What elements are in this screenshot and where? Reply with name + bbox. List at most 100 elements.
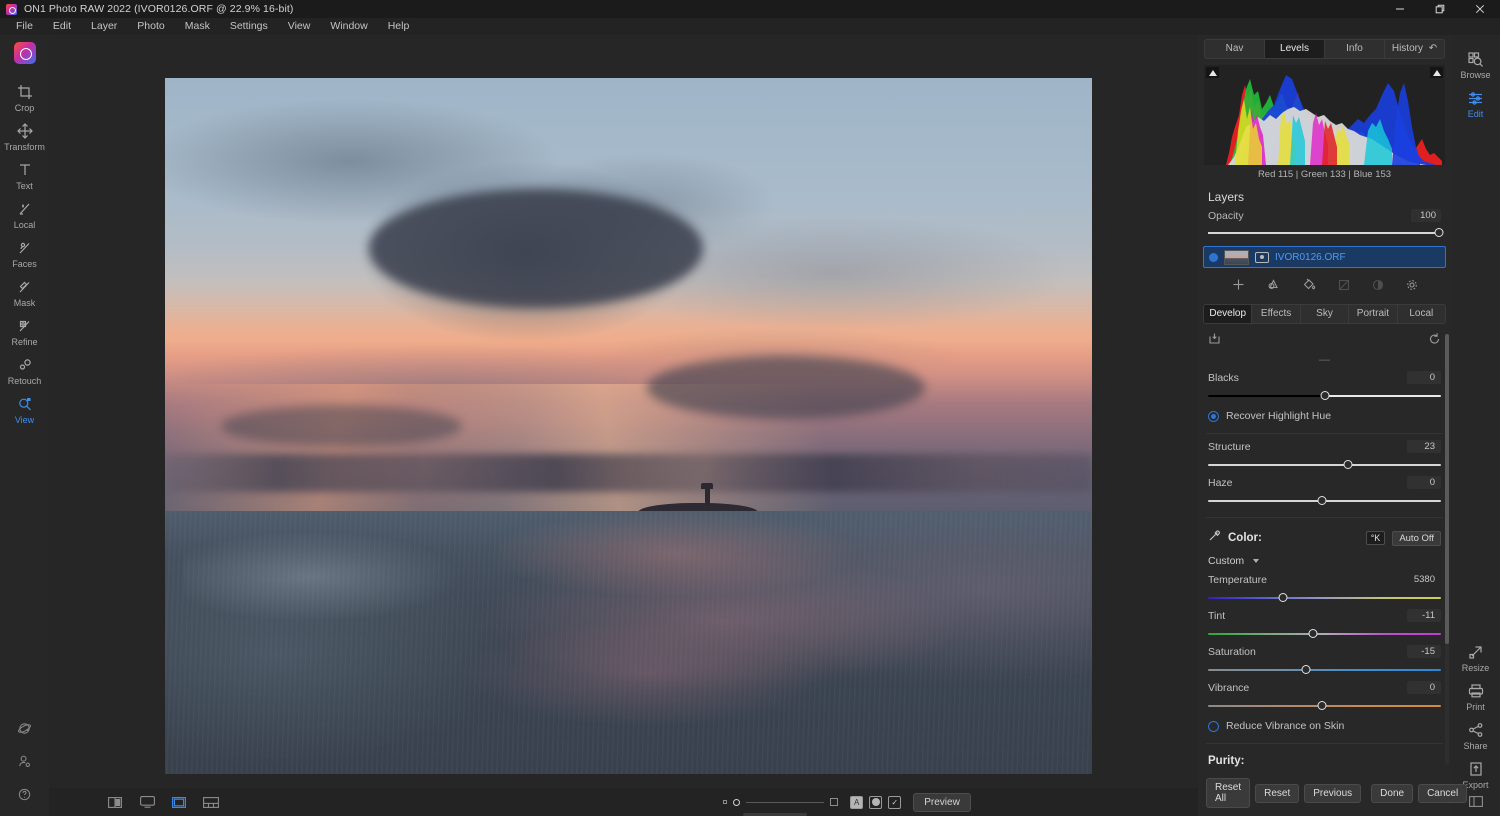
grid-view-icon[interactable]	[168, 794, 190, 810]
tab-nav[interactable]: Nav	[1205, 40, 1265, 58]
slider-knob[interactable]	[1343, 460, 1353, 469]
tab-levels[interactable]: Levels	[1265, 40, 1325, 58]
sidebar-item-faces[interactable]: Faces	[0, 234, 49, 273]
restore-icon[interactable]	[1420, 0, 1460, 18]
menu-photo[interactable]: Photo	[127, 18, 174, 35]
opacity-slider[interactable]	[1208, 228, 1444, 238]
sidebar-item-view[interactable]: View	[0, 390, 49, 429]
tab-info[interactable]: Info	[1325, 40, 1385, 58]
eyedropper-icon[interactable]	[1208, 529, 1221, 547]
sidebar-item-retouch[interactable]: Retouch	[0, 351, 49, 390]
menu-file[interactable]: File	[6, 18, 43, 35]
slider-knob[interactable]	[1317, 496, 1327, 505]
checkbox-icon[interactable]: ✓	[888, 795, 902, 809]
blacks-slider[interactable]	[1208, 391, 1441, 401]
save-preset-icon[interactable]	[1208, 332, 1221, 350]
menu-layer[interactable]: Layer	[81, 18, 127, 35]
sidebar-item-mask[interactable]: Mask	[0, 273, 49, 312]
tab-history[interactable]: History ↶	[1385, 40, 1444, 58]
sidebar-item-transform[interactable]: Transform	[0, 117, 49, 156]
menu-settings[interactable]: Settings	[220, 18, 278, 35]
sidebar-item-local[interactable]: Local	[0, 195, 49, 234]
menu-view[interactable]: View	[278, 18, 321, 35]
menu-help[interactable]: Help	[378, 18, 420, 35]
slider-knob[interactable]	[1308, 629, 1318, 638]
reduce-vibrance-on-skin-toggle[interactable]: Reduce Vibrance on Skin	[1198, 711, 1451, 732]
letter-a-icon[interactable]: A	[850, 795, 864, 809]
recover-highlight-hue-toggle[interactable]: Recover Highlight Hue	[1198, 401, 1451, 422]
mask-layer-icon[interactable]	[1372, 278, 1384, 296]
saturation-slider[interactable]	[1208, 665, 1441, 675]
control-value[interactable]: 5380	[1407, 573, 1441, 586]
control-value[interactable]: -15	[1407, 645, 1441, 658]
sync-icon[interactable]	[17, 721, 32, 741]
cancel-button[interactable]: Cancel	[1418, 783, 1468, 803]
sidebar-item-edit[interactable]: Edit	[1451, 84, 1500, 123]
menu-mask[interactable]: Mask	[175, 18, 220, 35]
shadow-clip-icon[interactable]	[1206, 67, 1219, 78]
account-icon[interactable]	[17, 754, 32, 774]
menu-window[interactable]: Window	[320, 18, 377, 35]
reset-all-button[interactable]: Reset All	[1206, 778, 1251, 808]
tab-develop[interactable]: Develop	[1204, 305, 1253, 323]
single-view-icon[interactable]	[136, 794, 158, 810]
photo-preview[interactable]	[165, 78, 1092, 774]
filmstrip-view-icon[interactable]	[200, 794, 222, 810]
vibrance-slider[interactable]	[1208, 701, 1441, 711]
slider-knob[interactable]	[1317, 701, 1327, 710]
opacity-value[interactable]: 100	[1411, 209, 1441, 222]
soft-proof-icon[interactable]	[869, 795, 883, 809]
layer-settings-icon[interactable]	[1406, 278, 1418, 296]
layer-item-ivor0126[interactable]: IVOR0126.ORF	[1203, 246, 1446, 268]
add-layer-icon[interactable]	[1232, 278, 1245, 296]
structure-slider[interactable]	[1208, 460, 1441, 470]
tab-portrait[interactable]: Portrait	[1349, 305, 1398, 323]
slider-track[interactable]	[746, 801, 825, 803]
on1-brand-button[interactable]	[13, 42, 36, 64]
tint-slider[interactable]	[1208, 629, 1441, 639]
slider-knob[interactable]	[1320, 391, 1329, 400]
control-value[interactable]: 23	[1407, 440, 1441, 453]
layer-visibility-icon[interactable]	[1209, 252, 1218, 262]
auto-off-button[interactable]: Auto Off	[1392, 530, 1441, 546]
thumbnail-size-slider[interactable]	[723, 798, 839, 806]
done-button[interactable]: Done	[1371, 783, 1414, 803]
duplicate-layer-icon[interactable]	[1267, 278, 1280, 296]
close-icon[interactable]	[1460, 0, 1500, 18]
control-value[interactable]: 0	[1407, 681, 1441, 694]
kelvin-button[interactable]: °K	[1365, 531, 1386, 545]
control-value[interactable]: 0	[1407, 476, 1441, 489]
help-icon[interactable]	[17, 787, 32, 807]
sidebar-item-refine[interactable]: Refine	[0, 312, 49, 351]
highlight-clip-icon[interactable]	[1430, 67, 1443, 78]
sidebar-item-share[interactable]: Share	[1451, 716, 1500, 755]
sidebar-item-crop[interactable]: Crop	[0, 78, 49, 117]
slider-knob[interactable]	[733, 798, 741, 806]
develop-scroll-area[interactable]: — Blacks 0 Recover Highlight Hue Structu…	[1198, 328, 1451, 771]
panel-scrollbar[interactable]	[1445, 334, 1449, 765]
temperature-slider[interactable]	[1208, 593, 1441, 603]
control-value[interactable]: -11	[1407, 609, 1441, 622]
preview-button[interactable]: Preview	[913, 792, 971, 812]
scrollbar-thumb[interactable]	[1445, 334, 1449, 645]
slider-knob[interactable]	[1278, 593, 1288, 602]
compare-view-icon[interactable]	[104, 794, 126, 810]
color-preset-select[interactable]: Custom	[1198, 547, 1451, 567]
reset-button[interactable]: Reset	[1255, 783, 1300, 803]
slider-knob[interactable]	[1301, 665, 1311, 674]
haze-slider[interactable]	[1208, 496, 1441, 506]
crop-layer-icon[interactable]	[1338, 278, 1350, 296]
slider-knob[interactable]	[1434, 228, 1444, 237]
panel-toggle-icon[interactable]	[1468, 794, 1483, 812]
sidebar-item-browse[interactable]: Browse	[1451, 45, 1500, 84]
previous-button[interactable]: Previous	[1304, 783, 1362, 803]
tab-local[interactable]: Local	[1398, 305, 1445, 323]
tab-effects[interactable]: Effects	[1252, 305, 1301, 323]
canvas-area[interactable]	[49, 35, 1247, 788]
reset-section-icon[interactable]	[1428, 332, 1441, 350]
tab-sky[interactable]: Sky	[1301, 305, 1350, 323]
layer-mask-icon[interactable]	[1255, 251, 1269, 263]
sidebar-item-text[interactable]: Text	[0, 156, 49, 195]
fill-layer-icon[interactable]	[1302, 277, 1316, 296]
minimize-icon[interactable]	[1380, 0, 1420, 18]
